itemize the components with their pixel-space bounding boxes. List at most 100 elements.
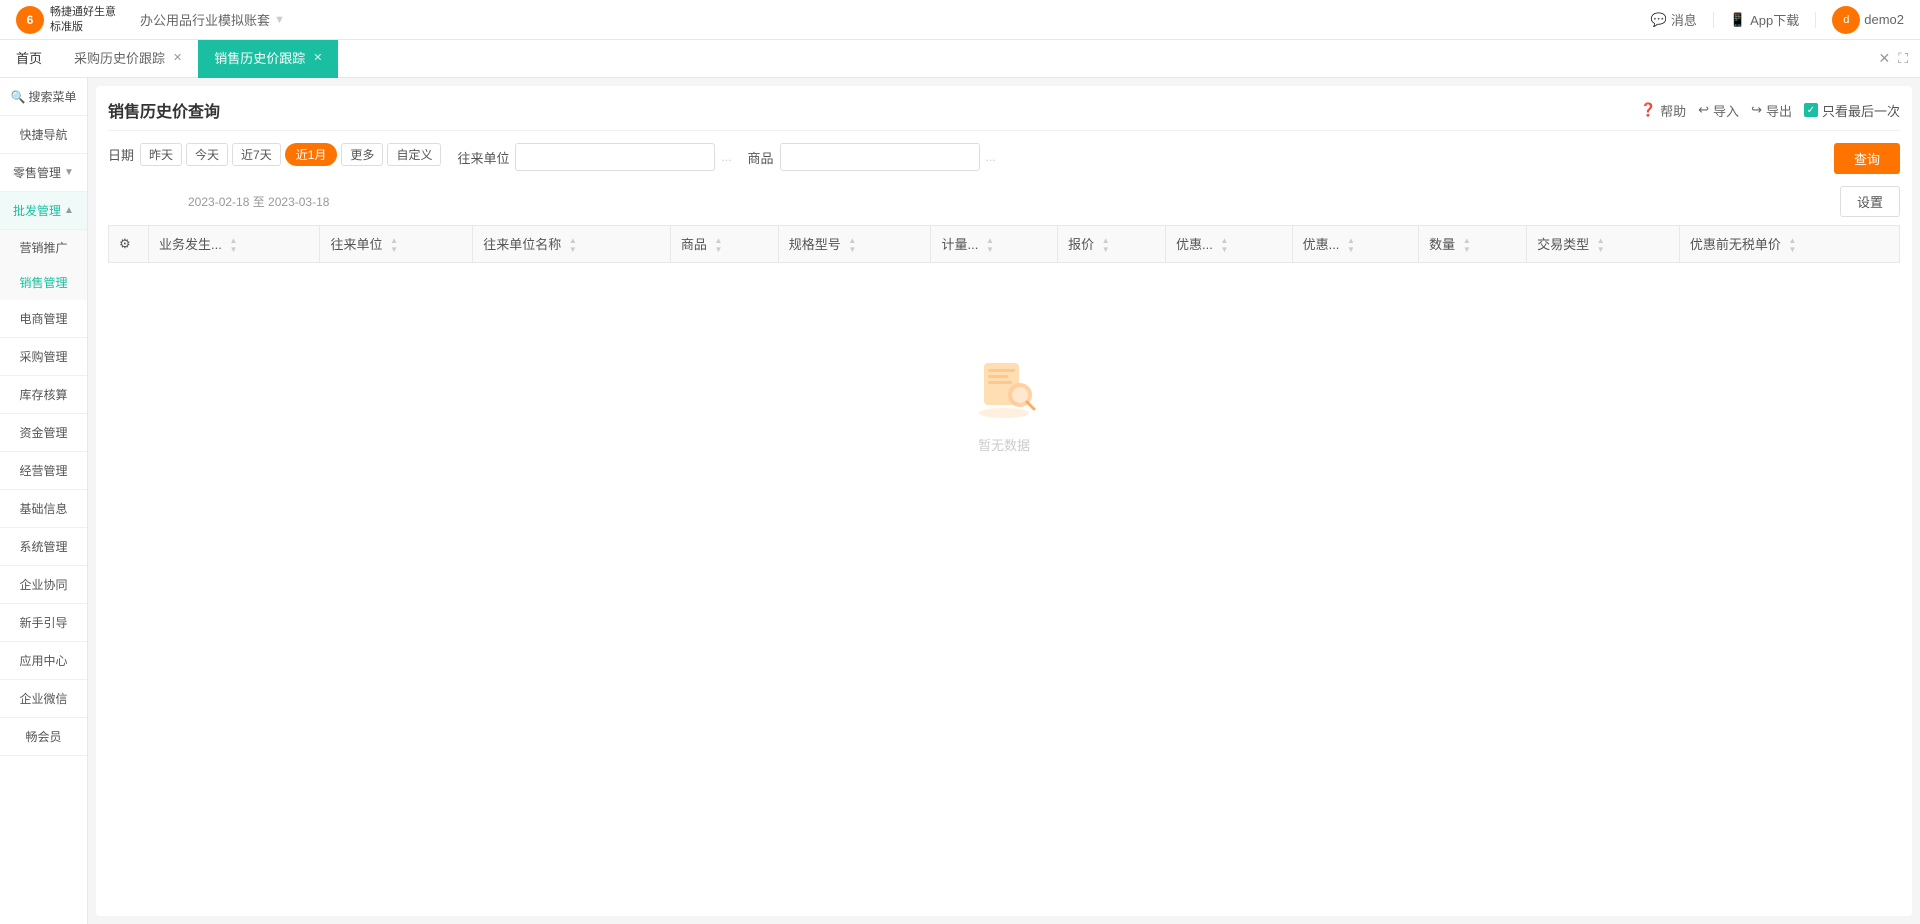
- sidebar-item-sales-mgmt[interactable]: 销售管理: [0, 265, 87, 300]
- export-icon: ↪: [1751, 102, 1762, 118]
- avatar: d: [1832, 6, 1860, 34]
- tab-sales-history-close[interactable]: ✕: [313, 51, 322, 64]
- sort-down-icon2: ▼: [390, 246, 398, 254]
- tab-expand-icon[interactable]: ⛶: [1898, 50, 1908, 67]
- product-input[interactable]: [780, 143, 980, 171]
- tab-bar: 首页 采购历史价跟踪 ✕ 销售历史价跟踪 ✕ ✕ ⛶: [0, 40, 1920, 78]
- query-button[interactable]: 查询: [1834, 143, 1900, 174]
- th-trade-type[interactable]: 交易类型 ▲ ▼: [1527, 226, 1680, 263]
- breadcrumb[interactable]: 办公用品行业模拟账套 ▼: [140, 10, 285, 29]
- filter-bar: 日期 昨天 今天 近7天 近1月 更多 自定义 往来单位 ...: [108, 143, 1900, 174]
- sort-up-icon11: ▲: [1597, 237, 1605, 245]
- tab-purchase-history-close[interactable]: ✕: [173, 51, 182, 64]
- th-unit[interactable]: 计量... ▲ ▼: [931, 226, 1058, 263]
- sort-spec: ▲ ▼: [848, 237, 856, 254]
- help-button[interactable]: ❓ 帮助: [1640, 101, 1686, 120]
- sidebar-item-operations[interactable]: 经营管理: [0, 452, 87, 490]
- message-button[interactable]: 💬 消息: [1651, 10, 1697, 29]
- sidebar-item-wholesale[interactable]: 批发管理 ▲: [0, 192, 87, 230]
- sort-down-icon4: ▼: [714, 246, 722, 254]
- sort-up-icon4: ▲: [714, 237, 722, 245]
- sidebar-item-vip[interactable]: 畅会员: [0, 718, 87, 756]
- table-header-row: ⚙ 业务发生... ▲ ▼ 往来单位 ▲: [109, 226, 1900, 263]
- logo-area: 6 畅捷通好生意 标准版: [16, 5, 116, 34]
- date-btn-more[interactable]: 更多: [341, 143, 383, 166]
- marketing-label: 营销推广: [19, 241, 67, 255]
- th-biz-date[interactable]: 业务发生... ▲ ▼: [149, 226, 320, 263]
- filter-row2: 2023-02-18 至 2023-03-18 设置: [108, 186, 1900, 217]
- date-filter-group: 日期 昨天 今天 近7天 近1月 更多 自定义: [108, 143, 441, 166]
- message-icon: 💬: [1651, 12, 1667, 28]
- settings-button[interactable]: 设置: [1840, 186, 1900, 217]
- sort-up-icon5: ▲: [848, 237, 856, 245]
- sidebar-item-app-center[interactable]: 应用中心: [0, 642, 87, 680]
- sort-up-icon2: ▲: [390, 237, 398, 245]
- gear-icon[interactable]: ⚙: [119, 236, 131, 251]
- logo-text: 畅捷通好生意 标准版: [50, 5, 116, 34]
- sort-product: ▲ ▼: [714, 237, 722, 254]
- th-unit-code[interactable]: 往来单位 ▲ ▼: [320, 226, 473, 263]
- sort-down-icon11: ▼: [1597, 246, 1605, 254]
- from-unit-dots: ...: [721, 150, 731, 164]
- export-label: 导出: [1766, 101, 1792, 120]
- date-btn-custom[interactable]: 自定义: [387, 143, 441, 166]
- th-discount2[interactable]: 优惠... ▲ ▼: [1292, 226, 1419, 263]
- checkbox-teal-icon: ✓: [1804, 103, 1818, 117]
- page-title-actions: ❓ 帮助 ↩ 导入 ↪ 导出 ✓ 只看最后一次: [1640, 101, 1900, 120]
- th-quantity[interactable]: 数量 ▲ ▼: [1419, 226, 1527, 263]
- from-unit-label: 往来单位: [457, 148, 509, 167]
- sidebar-item-purchase[interactable]: 采购管理: [0, 338, 87, 376]
- sales-mgmt-label: 销售管理: [19, 276, 67, 290]
- sort-up-icon9: ▲: [1347, 237, 1355, 245]
- date-btn-today[interactable]: 今天: [186, 143, 228, 166]
- sidebar-item-enterprise[interactable]: 企业协同: [0, 566, 87, 604]
- user-profile[interactable]: d demo2: [1832, 6, 1904, 34]
- sidebar-item-search-label: 搜索菜单: [28, 88, 76, 105]
- guide-label: 新手引导: [19, 614, 67, 631]
- th-gear: ⚙: [109, 226, 149, 263]
- th-quoted-price[interactable]: 报价 ▲ ▼: [1058, 226, 1166, 263]
- th-product[interactable]: 商品 ▲ ▼: [670, 226, 778, 263]
- from-unit-filter-group: 往来单位 ...: [457, 143, 731, 171]
- basic-info-label: 基础信息: [19, 500, 67, 517]
- sidebar-item-retail[interactable]: 零售管理 ▼: [0, 154, 87, 192]
- sort-down-icon8: ▼: [1220, 246, 1228, 254]
- app-download-label: App下载: [1750, 10, 1799, 29]
- content-area: 销售历史价查询 ❓ 帮助 ↩ 导入 ↪ 导出 ✓: [88, 78, 1920, 924]
- sidebar-item-inventory[interactable]: 库存核算: [0, 376, 87, 414]
- sidebar-item-wechat[interactable]: 企业微信: [0, 680, 87, 718]
- tab-home[interactable]: 首页: [0, 40, 58, 78]
- sidebar-item-marketing[interactable]: 营销推广: [0, 230, 87, 265]
- th-spec[interactable]: 规格型号 ▲ ▼: [778, 226, 931, 263]
- sort-down-icon10: ▼: [1463, 246, 1471, 254]
- import-button[interactable]: ↩ 导入: [1698, 101, 1739, 120]
- tab-sales-history[interactable]: 销售历史价跟踪 ✕: [198, 40, 338, 78]
- from-unit-input[interactable]: [515, 143, 715, 171]
- tab-bar-actions: ✕ ⛶: [1878, 50, 1920, 67]
- sort-quoted-price: ▲ ▼: [1102, 237, 1110, 254]
- finance-label: 资金管理: [19, 424, 67, 441]
- date-btn-7days[interactable]: 近7天: [232, 143, 281, 166]
- th-discount1[interactable]: 优惠... ▲ ▼: [1165, 226, 1292, 263]
- date-btn-yesterday[interactable]: 昨天: [140, 143, 182, 166]
- sidebar-item-ecommerce[interactable]: 电商管理: [0, 300, 87, 338]
- sidebar: 🔍 搜索菜单 快捷导航 零售管理 ▼ 批发管理 ▲ 营销推广 销售管理 电商管理…: [0, 78, 88, 924]
- export-button[interactable]: ↪ 导出: [1751, 101, 1792, 120]
- sidebar-item-guide[interactable]: 新手引导: [0, 604, 87, 642]
- tab-close-all-icon[interactable]: ✕: [1878, 50, 1890, 67]
- data-table: ⚙ 业务发生... ▲ ▼ 往来单位 ▲: [108, 225, 1900, 263]
- sidebar-item-basic-info[interactable]: 基础信息: [0, 490, 87, 528]
- tab-purchase-history[interactable]: 采购历史价跟踪 ✕: [58, 40, 198, 78]
- app-download-button[interactable]: 📱 App下载: [1730, 10, 1799, 29]
- th-pretax-price[interactable]: 优惠前无税单价 ▲ ▼: [1679, 226, 1899, 263]
- date-btn-1month[interactable]: 近1月: [285, 143, 338, 166]
- sidebar-item-search[interactable]: 🔍 搜索菜单: [0, 78, 87, 116]
- th-unit-name[interactable]: 往来单位名称 ▲ ▼: [473, 226, 671, 263]
- header-right: 💬 消息 📱 App下载 d demo2: [1651, 6, 1904, 34]
- only-last-checkbox[interactable]: ✓ 只看最后一次: [1804, 101, 1900, 120]
- date-range-text: 2023-02-18 至 2023-03-18: [188, 193, 329, 210]
- sidebar-item-finance[interactable]: 资金管理: [0, 414, 87, 452]
- sidebar-item-system[interactable]: 系统管理: [0, 528, 87, 566]
- sidebar-item-shortcuts[interactable]: 快捷导航: [0, 116, 87, 154]
- sort-discount2: ▲ ▼: [1347, 237, 1355, 254]
